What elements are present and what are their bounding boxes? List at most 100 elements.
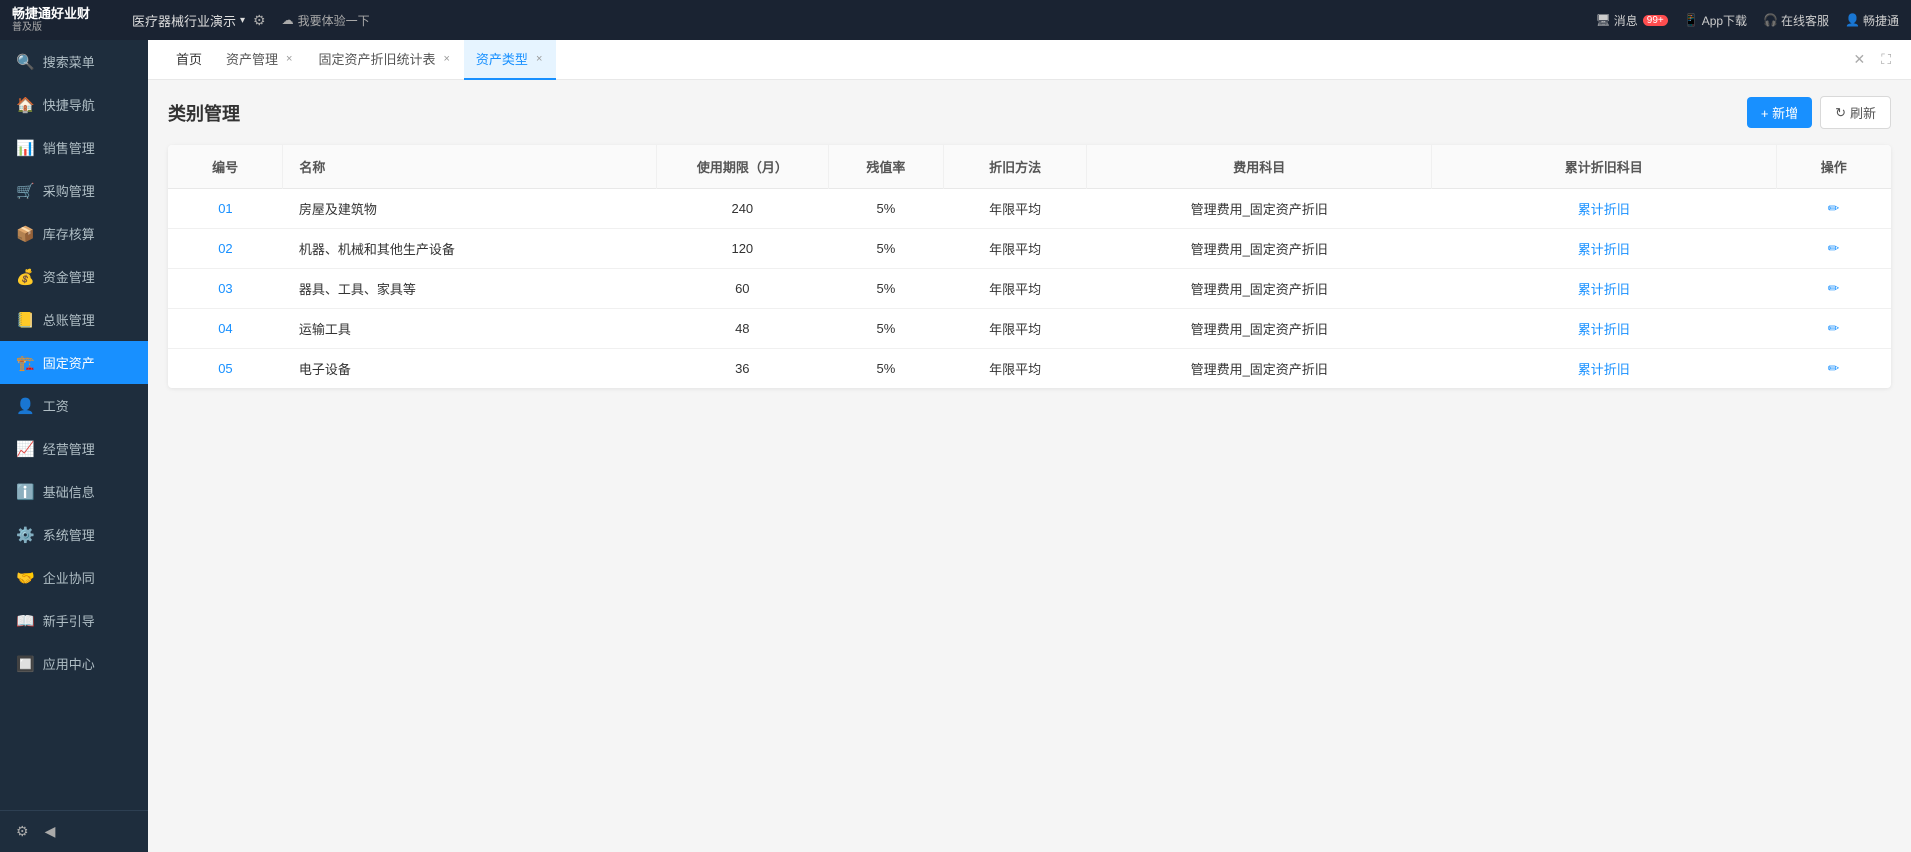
cell-code-4[interactable]: 05	[168, 349, 283, 389]
table-container: 编号 名称 使用期限（月） 残值率 折旧方法 费用科目 累计折旧科目 操作 01…	[168, 145, 1891, 388]
app-download-button[interactable]: 📱 App下载	[1684, 12, 1747, 29]
fixed-assets-icon: 🏗️	[16, 354, 35, 372]
cell-name-4: 电子设备	[283, 349, 656, 389]
tab-bar: 首页 资产管理 × 固定资产折旧统计表 × 资产类型 × ✕ ⛶	[148, 40, 1911, 80]
cell-name-1: 机器、机械和其他生产设备	[283, 229, 656, 269]
cell-expense-0: 管理费用_固定资产折旧	[1087, 189, 1432, 229]
sidebar-item-ledger[interactable]: 📒 总账管理	[0, 298, 148, 341]
basic-info-icon: ℹ️	[16, 483, 35, 501]
app-name: 畅捷通好业财	[12, 6, 112, 22]
sidebar-label-ledger: 总账管理	[43, 310, 95, 329]
sidebar-item-fixed-assets[interactable]: 🏗️ 固定资产	[0, 341, 148, 384]
cell-period-0: 240	[656, 189, 828, 229]
col-period: 使用期限（月）	[656, 145, 828, 189]
sidebar-item-cooperation[interactable]: 🤝 企业协同	[0, 556, 148, 599]
edit-button-0[interactable]: ✏	[1776, 189, 1891, 229]
guide-icon: 📖	[16, 612, 35, 630]
cell-method-1: 年限平均	[943, 229, 1087, 269]
page-content: 类别管理 + 新增 ↻ 刷新 编号 名称 使用期限（月）	[148, 80, 1911, 852]
phone-icon: 📱	[1684, 13, 1699, 27]
cell-code-0[interactable]: 01	[168, 189, 283, 229]
sidebar-label-fixed-assets: 固定资产	[43, 353, 95, 372]
cell-code-3[interactable]: 04	[168, 309, 283, 349]
col-residual: 残值率	[828, 145, 943, 189]
operations-icon: 📈	[16, 440, 35, 458]
tab-asset-type-close[interactable]: ×	[534, 52, 544, 66]
sidebar-settings-icon[interactable]: ⚙	[12, 819, 33, 844]
online-service-button[interactable]: 🎧 在线客服	[1763, 12, 1829, 29]
user-menu[interactable]: 👤 畅捷通	[1845, 12, 1899, 29]
finance-icon: 💰	[16, 268, 35, 286]
sidebar-item-purchase[interactable]: 🛒 采购管理	[0, 169, 148, 212]
sidebar-bottom: ⚙ ◀	[0, 810, 148, 852]
message-icon: 🖥	[1596, 13, 1611, 27]
cooperation-icon: 🤝	[16, 569, 35, 587]
edit-button-1[interactable]: ✏	[1776, 229, 1891, 269]
message-button[interactable]: 🖥 消息 99	[1596, 12, 1668, 29]
cell-method-0: 年限平均	[943, 189, 1087, 229]
sidebar-label-basic-info: 基础信息	[43, 482, 95, 501]
tab-depreciation-table[interactable]: 固定资产折旧统计表 ×	[306, 40, 463, 80]
cell-method-4: 年限平均	[943, 349, 1087, 389]
sidebar-item-inventory[interactable]: 📦 库存核算	[0, 212, 148, 255]
sidebar-item-finance[interactable]: 💰 资金管理	[0, 255, 148, 298]
settings-icon[interactable]: ⚙	[253, 12, 266, 29]
cell-residual-2: 5%	[828, 269, 943, 309]
sales-icon: 📊	[16, 139, 35, 157]
cell-code-1[interactable]: 02	[168, 229, 283, 269]
sidebar-label-finance: 资金管理	[43, 267, 95, 286]
table-row: 02 机器、机械和其他生产设备 120 5% 年限平均 管理费用_固定资产折旧 …	[168, 229, 1891, 269]
sidebar-label-cooperation: 企业协同	[43, 568, 95, 587]
cell-period-2: 60	[656, 269, 828, 309]
cell-method-3: 年限平均	[943, 309, 1087, 349]
app-download-label: App下载	[1702, 12, 1747, 29]
sidebar-item-app-center[interactable]: 🔲 应用中心	[0, 642, 148, 685]
dropdown-arrow-icon: ▾	[240, 15, 245, 26]
tab-depreciation-label: 固定资产折旧统计表	[318, 49, 435, 68]
cell-expense-2: 管理费用_固定资产折旧	[1087, 269, 1432, 309]
sidebar-collapse-icon[interactable]: ◀	[41, 819, 60, 844]
cell-expense-3: 管理费用_固定资产折旧	[1087, 309, 1432, 349]
tab-depreciation-close[interactable]: ×	[441, 52, 451, 66]
window-close-icon[interactable]: ✕	[1849, 49, 1869, 70]
edit-button-3[interactable]: ✏	[1776, 309, 1891, 349]
cell-name-3: 运输工具	[283, 309, 656, 349]
sidebar-item-operations[interactable]: 📈 经营管理	[0, 427, 148, 470]
sidebar-item-payroll[interactable]: 👤 工资	[0, 384, 148, 427]
sidebar-item-guide[interactable]: 📖 新手引导	[0, 599, 148, 642]
cell-period-4: 36	[656, 349, 828, 389]
user-icon: 👤	[1845, 13, 1860, 27]
sidebar-item-sales[interactable]: 📊 销售管理	[0, 126, 148, 169]
sidebar-item-system[interactable]: ⚙️ 系统管理	[0, 513, 148, 556]
refresh-button[interactable]: ↻ 刷新	[1820, 96, 1891, 129]
trial-label[interactable]: 我要体验一下	[298, 12, 370, 29]
company-selector[interactable]: 医疗器械行业演示 ▾	[132, 11, 245, 30]
edit-button-2[interactable]: ✏	[1776, 269, 1891, 309]
sidebar-item-quick-nav[interactable]: 🏠 快捷导航	[0, 83, 148, 126]
table-row: 03 器具、工具、家具等 60 5% 年限平均 管理费用_固定资产折旧 累计折旧…	[168, 269, 1891, 309]
cell-depreciation-3: 累计折旧	[1432, 309, 1777, 349]
table-row: 05 电子设备 36 5% 年限平均 管理费用_固定资产折旧 累计折旧 ✏	[168, 349, 1891, 389]
tab-window-controls: ✕ ⛶	[1849, 49, 1895, 70]
app-center-icon: 🔲	[16, 655, 35, 673]
cell-residual-0: 5%	[828, 189, 943, 229]
cell-code-2[interactable]: 03	[168, 269, 283, 309]
tab-asset-mgmt-close[interactable]: ×	[284, 52, 294, 66]
system-icon: ⚙️	[16, 526, 35, 544]
app-edition: 普及版	[12, 22, 112, 34]
refresh-label: 刷新	[1850, 103, 1876, 122]
tab-asset-mgmt[interactable]: 资产管理 ×	[214, 40, 306, 80]
new-button[interactable]: + 新增	[1747, 97, 1812, 128]
cell-period-1: 120	[656, 229, 828, 269]
sidebar-item-search-menu[interactable]: 🔍 搜索菜单	[0, 40, 148, 83]
sidebar-item-basic-info[interactable]: ℹ️ 基础信息	[0, 470, 148, 513]
page-header: 类别管理 + 新增 ↻ 刷新	[168, 96, 1891, 129]
edit-button-4[interactable]: ✏	[1776, 349, 1891, 389]
window-maximize-icon[interactable]: ⛶	[1877, 49, 1895, 70]
tab-asset-type-label: 资产类型	[476, 49, 528, 68]
cell-residual-3: 5%	[828, 309, 943, 349]
tab-asset-type[interactable]: 资产类型 ×	[464, 40, 556, 80]
tab-home[interactable]: 首页	[164, 40, 214, 80]
headset-icon: 🎧	[1763, 13, 1778, 27]
company-name: 医疗器械行业演示	[132, 11, 236, 30]
